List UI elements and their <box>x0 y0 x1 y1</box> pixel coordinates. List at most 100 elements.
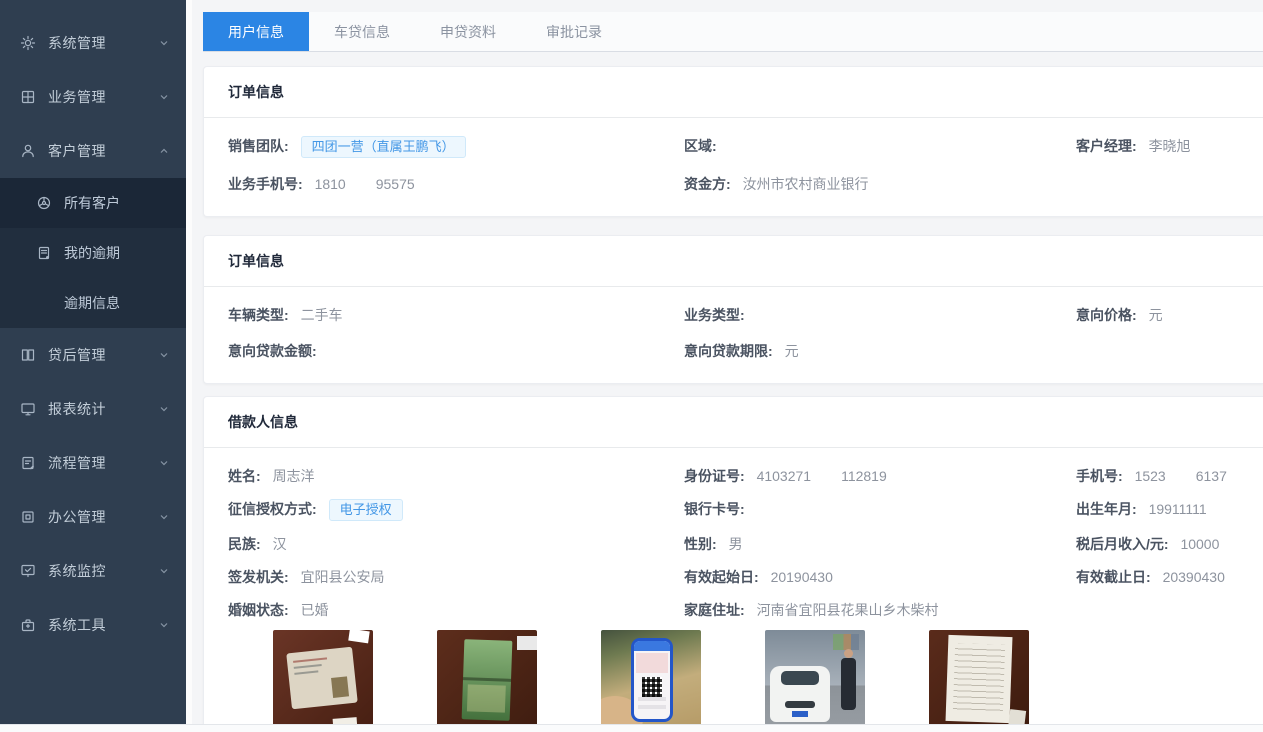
card-title: 订单信息 <box>204 67 1263 118</box>
green-booklet-graphic <box>462 639 513 721</box>
field-value: 181095575 <box>315 176 415 192</box>
field-intent-price: 意向价格: 元 <box>1076 305 1239 325</box>
field-label: 性别: <box>684 536 717 552</box>
field-credit-auth-method: 征信授权方式: 电子授权 <box>228 499 684 521</box>
office-icon <box>20 509 36 525</box>
field-marital-status: 婚姻状态: 已婚 <box>228 600 684 620</box>
field-value: 汝州市农村商业银行 <box>743 176 869 192</box>
sidebar-item-postloan-mgmt[interactable]: 贷后管理 <box>0 328 186 382</box>
chevron-up-icon <box>158 145 170 157</box>
order-info-card-2: 订单信息 车辆类型: 二手车 业务类型: 意向价格: 元 意向贷款金额: <box>203 235 1263 384</box>
sidebar-item-label: 系统监控 <box>48 561 106 581</box>
thumbnail-item: 征信授权 <box>601 630 701 732</box>
sidebar-item-office-mgmt[interactable]: 办公管理 <box>0 490 186 544</box>
field-label: 资金方: <box>684 176 731 192</box>
field-label: 姓名: <box>228 468 261 484</box>
field-business-type: 业务类型: <box>684 305 1076 325</box>
chevron-down-icon <box>158 565 170 577</box>
sidebar-item-system-tools[interactable]: 系统工具 <box>0 598 186 652</box>
thumbnail-driver-license[interactable] <box>437 630 537 730</box>
chevron-down-icon <box>158 349 170 361</box>
thumbnail-id-card[interactable] <box>273 630 373 730</box>
field-label: 客户经理: <box>1076 138 1137 154</box>
thumbnail-credit-auth[interactable] <box>601 630 701 730</box>
sales-team-tag[interactable]: 四团一营（直属王鹏飞） <box>301 136 466 158</box>
field-label: 民族: <box>228 536 261 552</box>
field-gender: 性别: 男 <box>684 534 1076 554</box>
chevron-down-icon <box>158 37 170 49</box>
sidebar-item-customer-mgmt[interactable]: 客户管理 <box>0 124 186 178</box>
order-info-card-1: 订单信息 销售团队: 四团一营（直属王鹏飞） 区域: 客户经理: 李晓旭 业务手… <box>203 66 1263 217</box>
field-monthly-income: 税后月收入/元: 10000 <box>1076 534 1239 554</box>
sidebar-item-label: 系统工具 <box>48 615 106 635</box>
sidebar-item-system-mgmt[interactable]: 系统管理 <box>0 16 186 70</box>
field-value: 河南省宜阳县花果山乡木柴村 <box>757 602 939 618</box>
field-value: 元 <box>785 343 799 359</box>
sidebar-item-label: 流程管理 <box>48 453 106 473</box>
field-value: 15236137 <box>1135 468 1227 484</box>
sidebar-item-all-customers[interactable]: 所有客户 <box>0 178 186 228</box>
field-value: 男 <box>729 536 743 552</box>
phone-graphic <box>631 638 673 722</box>
detail-tabbar: 用户信息 车贷信息 申贷资料 审批记录 <box>203 12 1263 52</box>
tab-car-loan-info[interactable]: 车贷信息 <box>309 12 415 51</box>
sidebar-item-overdue-info[interactable]: 逾期信息 <box>0 278 186 328</box>
sidebar-item-label: 系统管理 <box>48 33 106 53</box>
tab-approval-records[interactable]: 审批记录 <box>521 12 627 51</box>
main-content: 用户信息 车贷信息 申贷资料 审批记录 订单信息 销售团队: 四团一营（直属王鹏… <box>192 0 1263 732</box>
sidebar-item-label: 客户管理 <box>48 141 106 161</box>
field-label: 税后月收入/元: <box>1076 536 1169 552</box>
field-intent-loan-amount: 意向贷款金额: <box>228 341 684 361</box>
field-label: 意向贷款金额: <box>228 343 317 359</box>
horizontal-scrollbar[interactable] <box>0 724 1263 732</box>
field-value: 元 <box>1149 307 1163 323</box>
sidebar-item-business-mgmt[interactable]: 业务管理 <box>0 70 186 124</box>
field-value: 10000 <box>1180 536 1219 552</box>
sidebar-item-process-mgmt[interactable]: 流程管理 <box>0 436 186 490</box>
tab-user-info[interactable]: 用户信息 <box>203 12 309 51</box>
tab-loan-application-docs[interactable]: 申贷资料 <box>415 12 521 51</box>
id-card-graphic <box>286 647 357 710</box>
qr-code-graphic <box>642 677 662 697</box>
grid-icon <box>20 89 36 105</box>
chevron-down-icon <box>158 511 170 523</box>
field-value: 19911111 <box>1149 501 1207 517</box>
component-icon <box>36 195 52 211</box>
sidebar-item-report-stats[interactable]: 报表统计 <box>0 382 186 436</box>
customer-mgmt-submenu: 所有客户 我的逾期 逾期信息 <box>0 178 186 328</box>
field-label: 销售团队: <box>228 138 289 154</box>
field-label: 身份证号: <box>684 468 745 484</box>
field-value: 李晓旭 <box>1149 138 1191 154</box>
thumbnail-item: 人车合照 <box>765 630 865 732</box>
borrower-info-card: 借款人信息 姓名: 周志洋 身份证号: 4103271112819 手机号: 1… <box>203 396 1263 732</box>
sidebar-item-system-monitor[interactable]: 系统监控 <box>0 544 186 598</box>
field-label: 手机号: <box>1076 468 1123 484</box>
sidebar-item-label: 贷后管理 <box>48 345 106 365</box>
paper-slip-graphic <box>517 636 537 650</box>
thumbnail-person-car[interactable] <box>765 630 865 730</box>
field-bank-card: 银行卡号: <box>684 499 1076 521</box>
sidebar-item-my-overdue[interactable]: 我的逾期 <box>0 228 186 278</box>
redaction-box <box>1166 471 1196 481</box>
field-ethnicity: 民族: 汉 <box>228 534 684 554</box>
credit-auth-tag[interactable]: 电子授权 <box>329 499 403 521</box>
field-label: 签发机关: <box>228 569 289 585</box>
field-label: 车辆类型: <box>228 307 289 323</box>
field-value: 已婚 <box>301 602 329 618</box>
field-funder: 资金方: 汝州市农村商业银行 <box>684 174 1076 194</box>
redaction-box <box>346 179 376 189</box>
field-label: 婚姻状态: <box>228 602 289 618</box>
sidebar-item-label: 报表统计 <box>48 399 106 419</box>
sidebar-item-label: 所有客户 <box>64 193 120 213</box>
field-valid-from: 有效起始日: 20190430 <box>684 567 1076 587</box>
sidebar-item-label: 我的逾期 <box>64 243 120 263</box>
field-label: 有效起始日: <box>684 569 759 585</box>
chevron-down-icon <box>158 403 170 415</box>
sidebar-item-label: 逾期信息 <box>64 293 120 313</box>
field-label: 区域: <box>684 138 717 154</box>
chevron-down-icon <box>158 91 170 103</box>
field-account-manager: 客户经理: 李晓旭 <box>1076 136 1239 158</box>
chevron-down-icon <box>158 457 170 469</box>
thumbnail-village-certificate[interactable] <box>929 630 1029 730</box>
card-title: 借款人信息 <box>204 397 1263 448</box>
